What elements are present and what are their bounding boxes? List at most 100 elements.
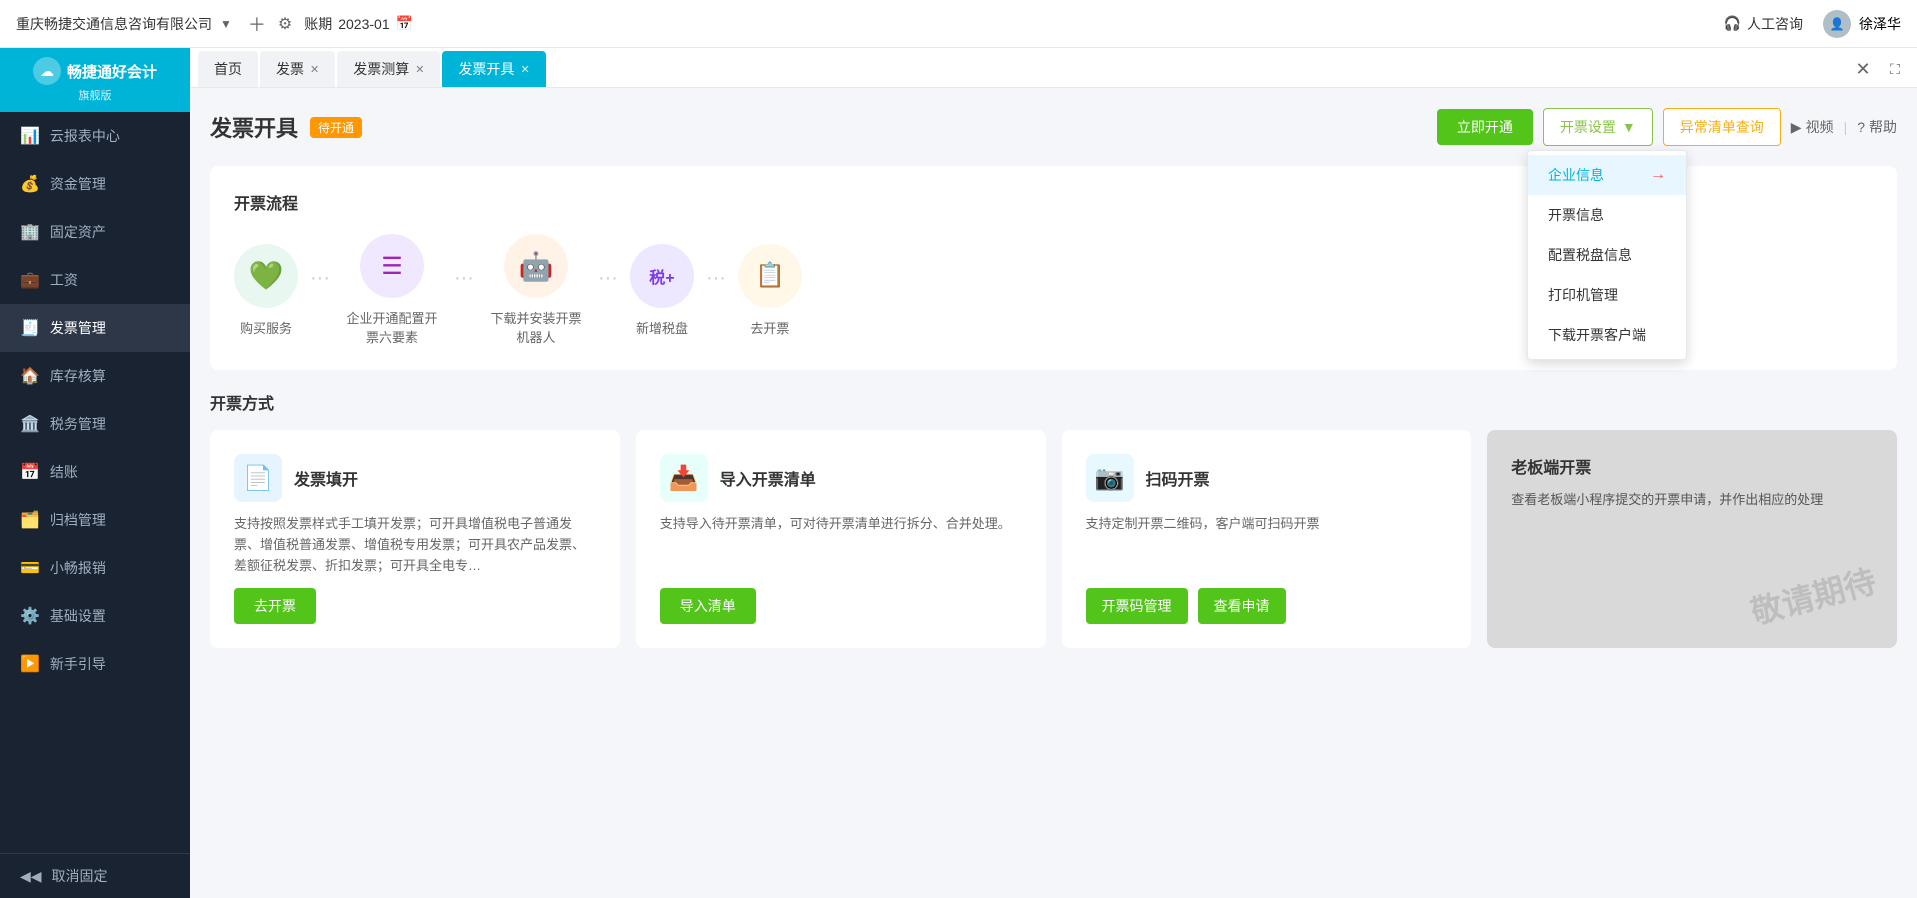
period-display: 账期 2023-01 📅 (304, 14, 413, 34)
content-area: 首页 发票 ✕ 发票测算 ✕ 发票开具 ✕ ✕ ⛶ (190, 48, 1917, 898)
page-content: 发票开具 待开通 立即开通 开票设置 ▼ 异常清单查询 ▶ 视频 | (190, 88, 1917, 898)
zijin-icon: 💰 (20, 174, 40, 194)
activate-button[interactable]: 立即开通 (1437, 109, 1533, 145)
flow-step-1: 💚 购买服务 (234, 244, 298, 337)
sidebar-item-kucun[interactable]: 🏠 库存核算 (0, 352, 190, 400)
sidebar-item-yunbao[interactable]: 📊 云报表中心 (0, 112, 190, 160)
scan-code-manage-button[interactable]: 开票码管理 (1086, 588, 1188, 624)
tab-fapiao-close[interactable]: ✕ (310, 63, 319, 76)
page-header: 发票开具 待开通 立即开通 开票设置 ▼ 异常清单查询 ▶ 视频 | (210, 108, 1897, 146)
tab-close-button[interactable]: ✕ (1849, 55, 1877, 83)
settings-button[interactable]: 开票设置 ▼ (1543, 108, 1653, 146)
sidebar-item-shuiwu[interactable]: 🏛️ 税务管理 (0, 400, 190, 448)
avatar: 👤 (1823, 10, 1851, 38)
calendar-icon[interactable]: 📅 (396, 15, 413, 32)
sidebar-logo: ☁ 畅捷通好会计 旗舰版 (0, 48, 190, 112)
sidebar-item-fapiao[interactable]: 🧾 发票管理 (0, 304, 190, 352)
dropdown-item-shuipan[interactable]: 配置税盘信息 (1528, 235, 1686, 275)
page-title: 发票开具 (210, 111, 298, 143)
boss-card-title: 老板端开票 (1511, 454, 1873, 478)
dropdown-item-download[interactable]: 下载开票客户端 (1528, 315, 1686, 355)
tab-fapiao-kaiju[interactable]: 发票开具 ✕ (442, 51, 545, 87)
step4-icon: 税+ (649, 264, 674, 288)
flow-step-5: 📋 去开票 (738, 244, 802, 337)
help-button[interactable]: ? 帮助 (1857, 117, 1897, 137)
import-list-icon: 📥 (660, 454, 708, 502)
dropdown-item-printer[interactable]: 打印机管理 (1528, 275, 1686, 315)
sidebar-item-guidang[interactable]: 🗂️ 归档管理 (0, 496, 190, 544)
tab-fapiao[interactable]: 发票 ✕ (260, 51, 335, 87)
sidebar-item-jiezhang[interactable]: 📅 结账 (0, 448, 190, 496)
method-card-scan: 📷 扫码开票 支持定制开票二维码，客户端可扫码开票 开票码管理 查看申请 (1062, 430, 1472, 648)
manual-fill-icon: 📄 (234, 454, 282, 502)
step5-icon: 📋 (755, 261, 785, 290)
view-application-button[interactable]: 查看申请 (1198, 588, 1286, 624)
methods-section: 开票方式 📄 发票填开 支持按照发票样式手工填开发票；可开具增值税电子普通发票、… (210, 390, 1897, 648)
flow-arrow-3: ··· (598, 267, 618, 314)
kucun-icon: 🏠 (20, 366, 40, 386)
manual-fill-desc: 支持按照发票样式手工填开发票；可开具增值税电子普通发票、增值税普通发票、增值税专… (234, 514, 596, 576)
sidebar-item-gudingzichan[interactable]: 🏢 固定资产 (0, 208, 190, 256)
method-card-import: 📥 导入开票清单 支持导入待开票清单，可对待开票清单进行拆分、合并处理。 导入清… (636, 430, 1046, 648)
methods-section-title: 开票方式 (210, 390, 1897, 414)
tab-home[interactable]: 首页 (198, 51, 258, 87)
tab-cesuan-close[interactable]: ✕ (415, 63, 424, 76)
method-card-boss: 老板端开票 查看老板端小程序提交的开票申请，并作出相应的处理 敬请期待 (1487, 430, 1897, 648)
step2-icon: ☰ (381, 252, 403, 281)
guidang-icon: 🗂️ (20, 510, 40, 530)
flow-step-3: 🤖 下载并安装开票机器人 (486, 234, 586, 346)
step1-icon: 💚 (249, 259, 284, 292)
jichu-icon: ⚙️ (20, 606, 40, 626)
status-badge: 待开通 (310, 117, 362, 138)
user-info[interactable]: 👤 徐泽华 (1823, 10, 1901, 38)
logo-text: 畅捷通好会计 (67, 61, 157, 82)
tabs-bar: 首页 发票 ✕ 发票测算 ✕ 发票开具 ✕ ✕ ⛶ (190, 48, 1917, 88)
scan-code-title: 扫码开票 (1146, 466, 1210, 490)
yunbao-icon: 📊 (20, 126, 40, 146)
flow-arrow-2: ··· (454, 267, 474, 314)
flow-arrow-4: ··· (706, 267, 726, 314)
logo-icon: ☁ (33, 57, 61, 85)
gudingzichan-icon: 🏢 (20, 222, 40, 242)
jiezhang-icon: 📅 (20, 462, 40, 482)
flow-arrow-1: ··· (310, 267, 330, 314)
company-selector[interactable]: 重庆畅捷交通信息咨询有限公司 ▼ (16, 14, 232, 34)
coming-soon-overlay: 敬请期待 (1745, 557, 1881, 635)
tab-fapiao-cesuan[interactable]: 发票测算 ✕ (337, 51, 440, 87)
pin-icon: ◀◀ (20, 868, 42, 885)
dropdown-item-kaipiao[interactable]: 开票信息 (1528, 195, 1686, 235)
sidebar: ☁ 畅捷通好会计 旗舰版 📊 云报表中心 💰 资金管理 🏢 固定资产 💼 工资 (0, 48, 190, 898)
scan-code-icon: 📷 (1086, 454, 1134, 502)
flow-step-4: 税+ 新增税盘 (630, 244, 694, 337)
settings-icon[interactable]: ⚙ (278, 14, 292, 34)
company-arrow-icon: ▼ (220, 17, 232, 31)
tab-maximize-button[interactable]: ⛶ (1881, 55, 1909, 83)
sidebar-item-jichu[interactable]: ⚙️ 基础设置 (0, 592, 190, 640)
boss-card-desc: 查看老板端小程序提交的开票申请，并作出相应的处理 (1511, 490, 1873, 511)
sidebar-cancel-pin[interactable]: ◀◀ 取消固定 (0, 853, 190, 898)
exception-button[interactable]: 异常清单查询 (1663, 108, 1781, 146)
sidebar-item-zijin[interactable]: 💰 资金管理 (0, 160, 190, 208)
manual-fill-button[interactable]: 去开票 (234, 588, 316, 624)
step3-icon: 🤖 (519, 250, 554, 283)
flow-step-2: ☰ 企业开通配置开票六要素 (342, 234, 442, 346)
sidebar-item-gongzi[interactable]: 💼 工资 (0, 256, 190, 304)
chevron-down-icon: ▼ (1622, 119, 1636, 135)
import-list-button[interactable]: 导入清单 (660, 588, 756, 624)
dropdown-item-qiye[interactable]: 企业信息 → (1528, 155, 1686, 195)
sidebar-item-xiaochang[interactable]: 💳 小畅报销 (0, 544, 190, 592)
red-arrow-icon: → (1650, 166, 1666, 184)
scan-code-desc: 支持定制开票二维码，客户端可扫码开票 (1086, 514, 1448, 576)
logo-sub: 旗舰版 (79, 87, 112, 103)
help-icon: ? (1857, 119, 1865, 135)
manual-fill-title: 发票填开 (294, 466, 358, 490)
tab-kaiju-close[interactable]: ✕ (520, 63, 529, 76)
fapiao-icon: 🧾 (20, 318, 40, 338)
support-button[interactable]: 🎧 人工咨询 (1724, 14, 1803, 34)
video-button[interactable]: ▶ 视频 (1791, 117, 1834, 137)
sidebar-item-xinshou[interactable]: ▶️ 新手引导 (0, 640, 190, 688)
import-list-title: 导入开票清单 (720, 466, 816, 490)
shuiwu-icon: 🏛️ (20, 414, 40, 434)
add-icon[interactable]: ＋ (248, 11, 266, 37)
headset-icon: 🎧 (1724, 15, 1741, 32)
